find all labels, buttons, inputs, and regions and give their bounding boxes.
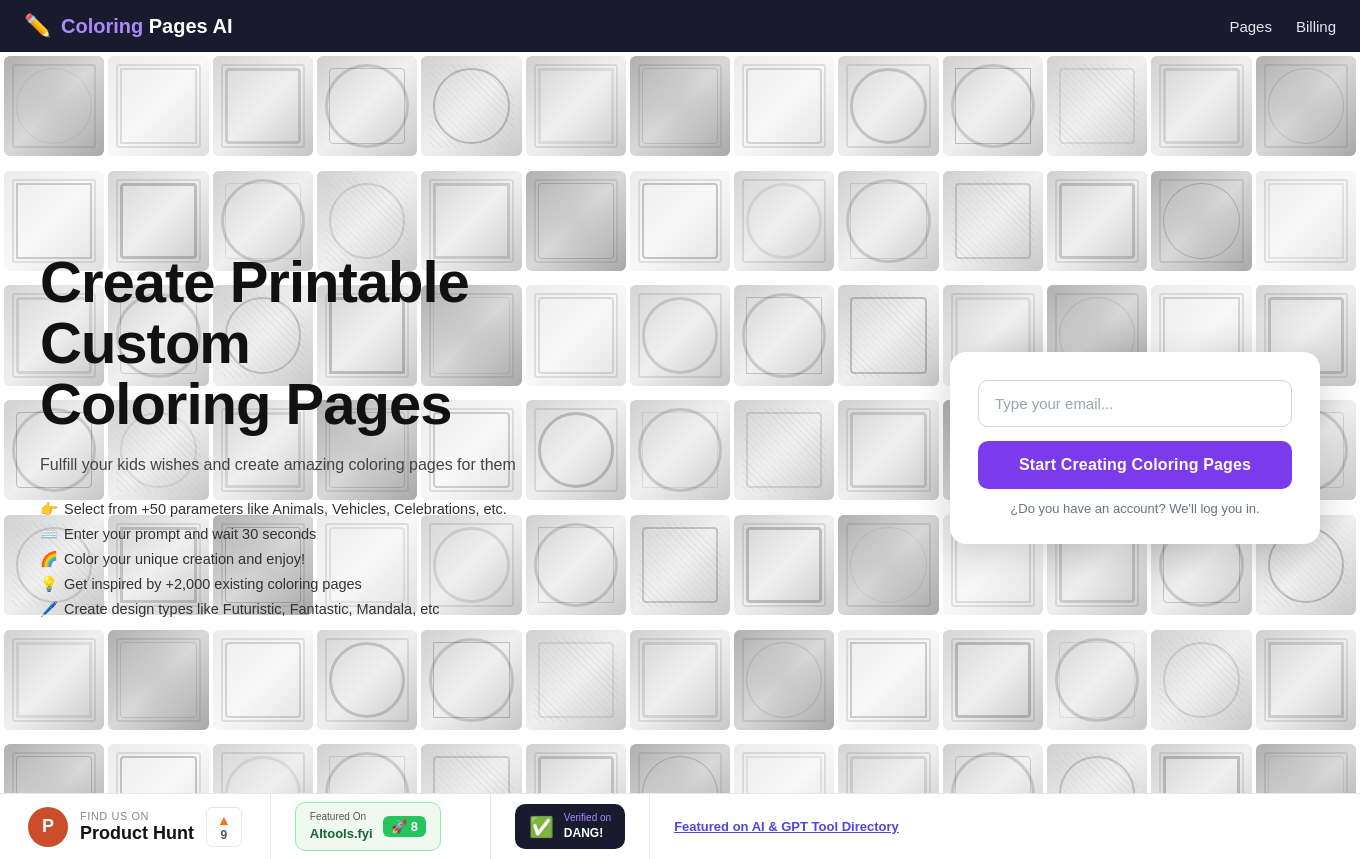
grid-cell — [943, 630, 1043, 730]
grid-cell — [838, 285, 938, 385]
aitools-featured-label: Featured On — [310, 811, 373, 822]
grid-cell — [943, 171, 1043, 271]
dang-verified-label: Verified on — [564, 812, 611, 823]
signup-card: Start Creating Coloring Pages ¿Do you ha… — [950, 352, 1320, 544]
hero-title: Create Printable Custom Coloring Pages — [40, 252, 580, 435]
dang-inner: ✅ Verified on DANG! — [515, 804, 625, 849]
cta-button[interactable]: Start Creating Coloring Pages — [978, 441, 1292, 489]
grid-cell — [108, 630, 208, 730]
hero-feature-item: ⌨️ Enter your prompt and wait 30 seconds — [40, 526, 580, 543]
grid-cell — [734, 56, 834, 156]
grid-cell — [734, 285, 834, 385]
grid-cell — [838, 400, 938, 500]
grid-cell — [943, 56, 1043, 156]
feature-text: Color your unique creation and enjoy! — [64, 551, 305, 567]
login-hint: ¿Do you have an account? We'll log you i… — [978, 501, 1292, 516]
feature-icon: ⌨️ — [40, 526, 58, 543]
ph-name-label: Product Hunt — [80, 823, 194, 844]
feature-icon: 🖊️ — [40, 601, 58, 618]
grid-cell — [734, 515, 834, 615]
aitools-badge[interactable]: Featured On AItools.fyi 🚀 8 — [271, 794, 491, 859]
grid-cell — [1151, 171, 1251, 271]
grid-cell — [734, 400, 834, 500]
email-input[interactable] — [978, 380, 1292, 427]
grid-cell — [1256, 630, 1356, 730]
grid-cell — [630, 630, 730, 730]
nav-billing-link[interactable]: Billing — [1296, 18, 1336, 35]
dang-badge[interactable]: ✅ Verified on DANG! — [491, 794, 650, 859]
ph-find-us-label: FIND US ON — [80, 810, 194, 822]
grid-cell — [1047, 630, 1147, 730]
grid-cell — [630, 285, 730, 385]
grid-cell — [4, 56, 104, 156]
grid-cell — [630, 515, 730, 615]
grid-cell — [108, 56, 208, 156]
hero-feature-item: 💡 Get inspired by +2,000 existing colorin… — [40, 576, 580, 593]
hero-features: 👉 Select from +50 parameters like Animals… — [40, 501, 580, 618]
product-hunt-badge[interactable]: P FIND US ON Product Hunt ▲ 9 — [0, 794, 271, 859]
ph-arrow-icon: ▲ — [217, 812, 231, 828]
hero-feature-item: 👉 Select from +50 parameters like Animals… — [40, 501, 580, 518]
navbar: ✏️ Coloring Pages AI Pages Billing — [0, 0, 1360, 52]
aitools-rocket-icon: 🚀 — [391, 819, 407, 834]
bottom-bar: P FIND US ON Product Hunt ▲ 9 Featured O… — [0, 793, 1360, 859]
dang-text-block: Verified on DANG! — [564, 812, 611, 841]
hero-feature-item: 🖊️ Create design types like Futuristic, F… — [40, 601, 580, 618]
aitools-count-badge: 🚀 8 — [383, 816, 426, 837]
ph-upvote-button[interactable]: ▲ 9 — [206, 807, 242, 847]
aitools-text-block: Featured On AItools.fyi — [310, 811, 373, 842]
feature-text: Enter your prompt and wait 30 seconds — [64, 526, 316, 542]
hero-subtitle: Fulfill your kids wishes and create amaz… — [40, 453, 580, 477]
grid-cell — [838, 630, 938, 730]
nav-pages-link[interactable]: Pages — [1229, 18, 1272, 35]
grid-cell — [734, 171, 834, 271]
grid-cell — [1256, 171, 1356, 271]
grid-cell — [4, 630, 104, 730]
grid-cell — [630, 400, 730, 500]
grid-cell — [213, 630, 313, 730]
dang-name-label: DANG! — [564, 826, 603, 840]
logo-icon: ✏️ — [24, 13, 51, 39]
feature-icon: 👉 — [40, 501, 58, 518]
feature-text: Get inspired by +2,000 existing coloring… — [64, 576, 362, 592]
nav-links: Pages Billing — [1229, 18, 1336, 35]
grid-cell — [421, 56, 521, 156]
grid-cell — [317, 630, 417, 730]
ph-text: FIND US ON Product Hunt — [80, 810, 194, 844]
grid-cell — [1151, 630, 1251, 730]
grid-cell — [838, 56, 938, 156]
grid-cell — [526, 630, 626, 730]
grid-cell — [421, 630, 521, 730]
aitools-inner: Featured On AItools.fyi 🚀 8 — [295, 802, 441, 851]
logo-text: Coloring Pages AI — [61, 15, 233, 38]
grid-cell — [838, 171, 938, 271]
dang-verified-icon: ✅ — [529, 815, 554, 839]
grid-cell — [317, 56, 417, 156]
grid-cell — [213, 56, 313, 156]
aitools-logo-text: AItools.fyi — [310, 826, 373, 841]
ai-directory-badge[interactable]: Featured on AI & GPT Tool Directory — [650, 794, 923, 859]
ph-count: 9 — [221, 828, 228, 842]
feature-text: Create design types like Futuristic, Fan… — [64, 601, 440, 617]
grid-cell — [526, 56, 626, 156]
nav-logo[interactable]: ✏️ Coloring Pages AI — [24, 13, 233, 39]
grid-cell — [734, 630, 834, 730]
ph-logo-icon: P — [28, 807, 68, 847]
grid-cell — [1047, 56, 1147, 156]
grid-cell — [630, 171, 730, 271]
grid-cell — [630, 56, 730, 156]
feature-icon: 💡 — [40, 576, 58, 593]
feature-text: Select from +50 parameters like Animals,… — [64, 501, 507, 517]
grid-cell — [1256, 56, 1356, 156]
grid-cell — [838, 515, 938, 615]
feature-icon: 🌈 — [40, 551, 58, 568]
grid-cell — [1151, 56, 1251, 156]
hero-section: Create Printable Custom Coloring Pages F… — [40, 252, 580, 618]
hero-feature-item: 🌈 Color your unique creation and enjoy! — [40, 551, 580, 568]
grid-cell — [1047, 171, 1147, 271]
